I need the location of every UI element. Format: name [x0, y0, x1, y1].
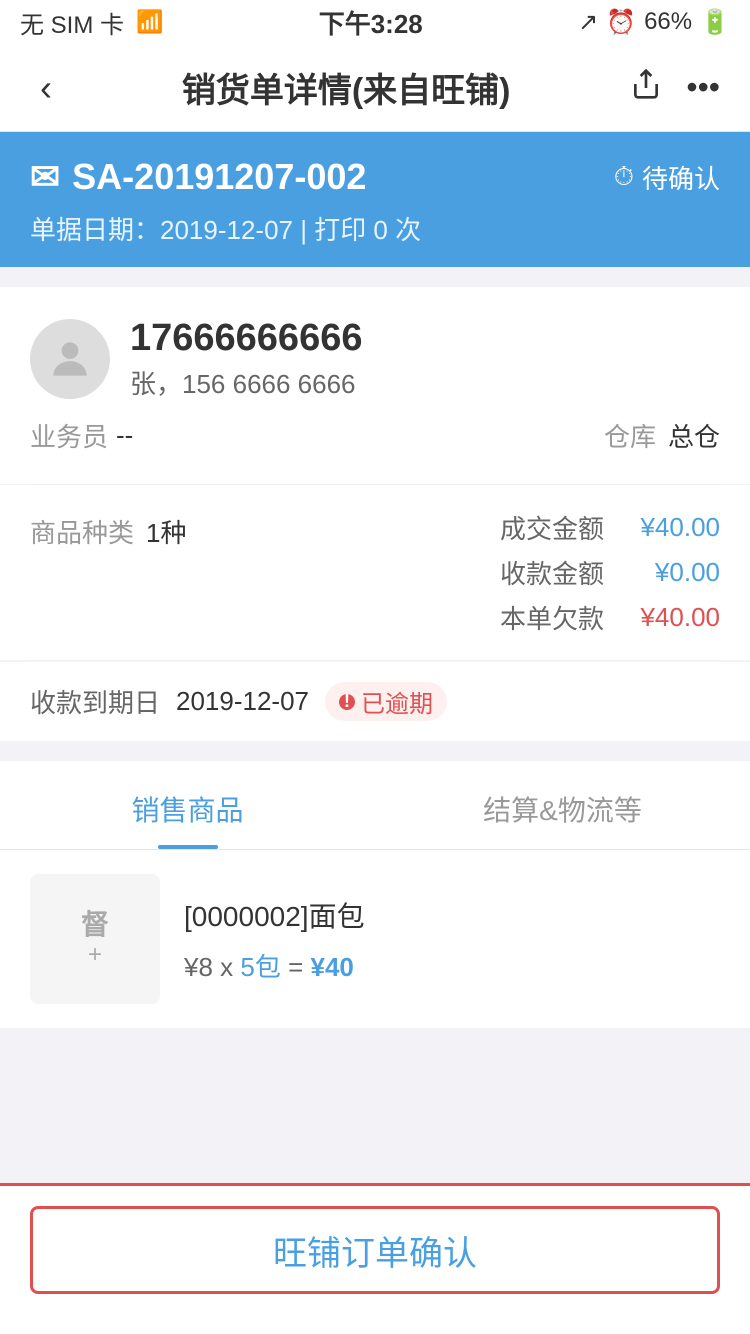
overdue-badge: ! 已逾期: [325, 682, 447, 721]
tab-sales-label: 销售商品: [131, 795, 243, 826]
goods-type-value: 1种: [146, 513, 186, 550]
status-left: 无 SIM 卡 📶: [20, 5, 163, 40]
order-id: ✉ SA-20191207-002: [30, 156, 366, 198]
sim-status: 无 SIM 卡: [20, 5, 124, 40]
received-amount-row: 收款金额 ¥0.00: [500, 554, 720, 591]
goods-type: 商品种类 1种: [30, 509, 186, 550]
nav-actions: •••: [630, 68, 720, 108]
tabs-section: 销售商品 结算&物流等: [0, 761, 750, 850]
tab-settlement-label: 结算&物流等: [483, 795, 642, 826]
due-amount-row: 本单欠款 ¥40.00: [500, 599, 720, 636]
bottom-action-bar: 旺铺订单确认: [0, 1183, 750, 1334]
status-time: 下午3:28: [319, 4, 423, 41]
share-icon[interactable]: [630, 68, 662, 108]
product-thumbnail: 督 +: [30, 874, 160, 1004]
location-icon: ↗: [578, 8, 598, 37]
confirm-order-button[interactable]: 旺铺订单确认: [30, 1206, 720, 1294]
product-item: 督 + [0000002]面包 ¥8 x 5包 = ¥40: [30, 874, 720, 1004]
product-logo: 督 +: [81, 908, 109, 970]
amounts-column: 成交金额 ¥40.00 收款金额 ¥0.00 本单欠款 ¥40.00: [500, 509, 720, 636]
confirm-button-label: 旺铺订单确认: [273, 1226, 477, 1275]
customer-info: 17666666666 张，156 6666 6666: [130, 317, 362, 401]
sales-rep-label: 业务员: [30, 417, 108, 454]
more-icon[interactable]: •••: [686, 69, 720, 106]
sales-rep-value: --: [116, 420, 133, 451]
product-price-row: ¥8 x 5包 = ¥40: [184, 947, 720, 984]
order-header-card: ✉ SA-20191207-002 ⏱ 待确认 单据日期：2019-12-07 …: [0, 132, 750, 267]
deal-amount-row: 成交金额 ¥40.00: [500, 509, 720, 546]
warehouse-label: 仓库: [604, 417, 656, 454]
warehouse-value: 总仓: [668, 417, 720, 454]
alarm-icon: ⏰: [606, 8, 636, 37]
order-id-row: ✉ SA-20191207-002 ⏱ 待确认: [30, 156, 720, 198]
overdue-dot-icon: !: [339, 694, 355, 710]
amount-section: 商品种类 1种 成交金额 ¥40.00 收款金额 ¥0.00 本单欠款 ¥40.…: [0, 485, 750, 660]
product-section: 督 + [0000002]面包 ¥8 x 5包 = ¥40: [0, 850, 750, 1028]
avatar: [30, 319, 110, 399]
product-total: ¥40: [311, 952, 354, 982]
customer-row: 17666666666 张，156 6666 6666: [30, 317, 720, 401]
deal-amount-value: ¥40.00: [620, 512, 720, 543]
goods-type-label: 商品种类: [30, 513, 134, 550]
overdue-text: 已逾期: [361, 684, 433, 719]
status-right: ↗ ⏰ 66% 🔋: [578, 8, 730, 37]
order-id-icon: ✉: [30, 156, 60, 198]
nav-bar: ‹ 销货单详情(来自旺铺) •••: [0, 44, 750, 132]
deal-amount-label: 成交金额: [500, 509, 604, 546]
product-name: [0000002]面包: [184, 895, 720, 935]
status-text: 待确认: [642, 159, 720, 196]
product-qty: 5包: [240, 952, 280, 982]
battery-level: 66%: [644, 8, 692, 36]
tab-sales[interactable]: 销售商品: [0, 761, 375, 849]
tabs-row: 销售商品 结算&物流等: [0, 761, 750, 850]
page-title: 销货单详情(来自旺铺): [182, 63, 511, 112]
back-button[interactable]: ‹: [30, 57, 62, 119]
customer-phone: 17666666666: [130, 317, 362, 360]
product-info: [0000002]面包 ¥8 x 5包 = ¥40: [184, 895, 720, 984]
received-amount-value: ¥0.00: [620, 557, 720, 588]
customer-name: 张，156 6666 6666: [130, 364, 362, 401]
product-price: ¥8: [184, 952, 213, 982]
status-clock-icon: ⏱: [614, 161, 634, 193]
due-amount-value: ¥40.00: [620, 602, 720, 633]
received-amount-label: 收款金额: [500, 554, 604, 591]
multiply-sign: x: [220, 952, 240, 982]
order-meta: 单据日期：2019-12-07 | 打印 0 次: [30, 210, 720, 247]
due-date-label: 收款到期日: [30, 683, 160, 720]
divider2: [30, 660, 720, 661]
due-date-value: 2019-12-07: [176, 686, 309, 717]
customer-meta-row: 业务员 -- 仓库 总仓: [30, 417, 720, 454]
status-bar: 无 SIM 卡 📶 下午3:28 ↗ ⏰ 66% 🔋: [0, 0, 750, 44]
equals-sign: =: [288, 952, 310, 982]
due-date-section: 收款到期日 2019-12-07 ! 已逾期: [0, 662, 750, 741]
wifi-icon: 📶: [136, 9, 163, 35]
customer-section: 17666666666 张，156 6666 6666 业务员 -- 仓库 总仓: [0, 287, 750, 484]
battery-icon: 🔋: [700, 8, 730, 37]
order-status: ⏱ 待确认: [614, 159, 720, 196]
tab-settlement[interactable]: 结算&物流等: [375, 761, 750, 849]
order-id-text: SA-20191207-002: [72, 156, 366, 198]
due-amount-label: 本单欠款: [500, 599, 604, 636]
